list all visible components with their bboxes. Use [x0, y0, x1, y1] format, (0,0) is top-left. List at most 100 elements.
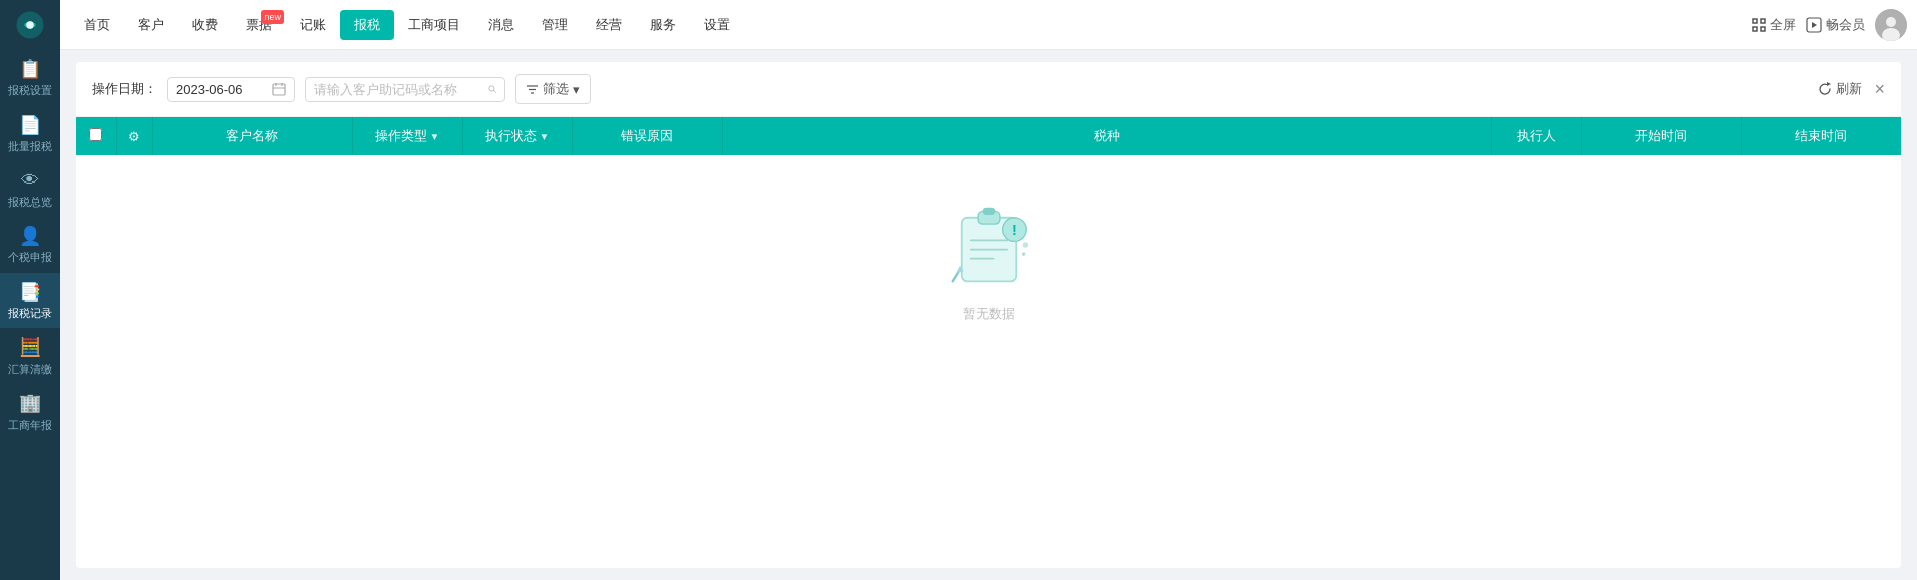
empty-state: ! 暂无数据: [76, 155, 1901, 363]
gear-icon[interactable]: ⚙: [128, 129, 140, 144]
topnav-right: 全屏 畅会员: [1752, 9, 1907, 41]
topnav-items: 首页客户收费票据new记账报税工商项目消息管理经营服务设置: [70, 10, 1752, 40]
svg-rect-23: [982, 208, 995, 215]
topnav-item-billing[interactable]: 收费: [178, 10, 232, 40]
svg-marker-20: [1827, 82, 1831, 86]
sidebar-icon-personal-tax: 👤: [19, 225, 41, 248]
topnav-item-operation[interactable]: 经营: [582, 10, 636, 40]
th-label-error: 错误原因: [621, 128, 673, 143]
sidebar-item-personal-tax[interactable]: 👤 个税申报: [0, 217, 60, 273]
sidebar-label-settlement: 汇算清缴: [8, 362, 52, 376]
badge-invoice: new: [261, 10, 284, 24]
topnav-item-tax[interactable]: 报税: [340, 10, 394, 40]
sidebar-icon-annual-report: 🏢: [19, 392, 41, 415]
search-input[interactable]: [314, 82, 482, 97]
svg-point-9: [1886, 17, 1896, 27]
th-status[interactable]: 执行状态▼: [462, 117, 572, 155]
th-checkbox: [76, 117, 116, 155]
empty-text: 暂无数据: [963, 305, 1015, 323]
topnav-item-management[interactable]: 管理: [528, 10, 582, 40]
sidebar-label-tax-records: 报税记录: [8, 306, 52, 320]
table-header-row: ⚙客户名称操作类型▼执行状态▼错误原因税种执行人开始时间结束时间: [76, 117, 1901, 155]
sidebar-item-batch-tax[interactable]: 📄批量报税: [0, 106, 60, 162]
avatar-icon: [1875, 9, 1907, 41]
th-type[interactable]: 操作类型▼: [352, 117, 462, 155]
sidebar-item-tax-records[interactable]: 📑报税记录: [0, 273, 60, 329]
content: 操作日期：: [60, 50, 1917, 580]
th-label-status: 执行状态: [485, 128, 537, 143]
sidebar-icon-tax-settings: 📋: [19, 58, 41, 81]
calendar-icon: [272, 82, 286, 96]
table-wrap: ⚙客户名称操作类型▼执行状态▼错误原因税种执行人开始时间结束时间: [76, 117, 1901, 568]
sidebar-item-tax-summary[interactable]: 👁 报税总览: [0, 161, 60, 217]
filter-button[interactable]: 筛选 ▾: [515, 74, 591, 104]
member-label: 畅会员: [1826, 16, 1865, 34]
sort-icon-type: ▼: [430, 131, 440, 142]
filter-icon: [526, 83, 539, 96]
svg-point-32: [1021, 252, 1025, 256]
topnav-item-business[interactable]: 工商项目: [394, 10, 474, 40]
topnav-item-service[interactable]: 服务: [636, 10, 690, 40]
sidebar-label-batch-tax: 批量报税: [8, 139, 52, 153]
topnav-item-home[interactable]: 首页: [70, 10, 124, 40]
th-label-name: 客户名称: [226, 128, 278, 143]
svg-text:!: !: [1012, 222, 1017, 238]
th-tax_type: 税种: [722, 117, 1491, 155]
sidebar-icon-tax-summary: 👁: [21, 169, 39, 192]
toolbar: 操作日期：: [76, 62, 1901, 117]
th-label-tax_type: 税种: [1094, 128, 1120, 143]
select-all-checkbox[interactable]: [89, 128, 102, 141]
date-label: 操作日期：: [92, 80, 157, 98]
svg-rect-11: [273, 84, 285, 95]
sidebar-item-settlement[interactable]: 🧮 汇算清缴: [0, 328, 60, 384]
svg-point-31: [1022, 242, 1027, 247]
topnav-item-invoice[interactable]: 票据new: [232, 10, 286, 40]
topnav-item-customer[interactable]: 客户: [124, 10, 178, 40]
filter-label: 筛选: [543, 80, 569, 98]
svg-marker-7: [1812, 22, 1817, 28]
main-area: 首页客户收费票据new记账报税工商项目消息管理经营服务设置 全屏 畅会员: [60, 0, 1917, 580]
sidebar-icon-settlement: 🧮: [19, 336, 41, 359]
th-label-type: 操作类型: [375, 128, 427, 143]
fullscreen-button[interactable]: 全屏: [1752, 16, 1796, 34]
topnav-item-messages[interactable]: 消息: [474, 10, 528, 40]
close-button[interactable]: ×: [1874, 80, 1885, 98]
play-icon: [1806, 17, 1822, 33]
empty-illustration: !: [939, 195, 1039, 295]
th-start_time: 开始时间: [1581, 117, 1741, 155]
th-error: 错误原因: [572, 117, 722, 155]
th-label-end_time: 结束时间: [1795, 128, 1847, 143]
sidebar-label-annual-report: 工商年报: [8, 418, 52, 432]
topnav-item-accounts[interactable]: 记账: [286, 10, 340, 40]
toolbar-right: 刷新 ×: [1818, 80, 1885, 98]
member-button[interactable]: 畅会员: [1806, 16, 1865, 34]
refresh-button[interactable]: 刷新: [1818, 80, 1862, 98]
data-table: ⚙客户名称操作类型▼执行状态▼错误原因税种执行人开始时间结束时间: [76, 117, 1901, 155]
topnav-item-settings[interactable]: 设置: [690, 10, 744, 40]
th-end_time: 结束时间: [1741, 117, 1901, 155]
sidebar-item-tax-settings[interactable]: 📋 报税设置: [0, 50, 60, 106]
svg-rect-3: [1761, 19, 1765, 23]
th-executor: 执行人: [1491, 117, 1581, 155]
sidebar-label-tax-summary: 报税总览: [8, 195, 52, 209]
topnav: 首页客户收费票据new记账报税工商项目消息管理经营服务设置 全屏 畅会员: [60, 0, 1917, 50]
sidebar-label-personal-tax: 个税申报: [8, 250, 52, 264]
sidebar-logo: [0, 0, 60, 50]
fullscreen-label: 全屏: [1770, 16, 1796, 34]
svg-point-1: [26, 21, 34, 29]
th-label-start_time: 开始时间: [1635, 128, 1687, 143]
refresh-icon: [1818, 82, 1832, 96]
logo-icon: [15, 10, 45, 40]
date-input[interactable]: [176, 82, 266, 97]
filter-chevron-icon: ▾: [573, 82, 580, 97]
svg-rect-4: [1753, 27, 1757, 31]
fullscreen-icon: [1752, 18, 1766, 32]
sidebar: 📋 报税设置 📄批量报税 👁 报税总览 👤 个税申报 📑报税记录 🧮 汇算清缴 🏢 工商年报: [0, 0, 60, 580]
sidebar-item-annual-report[interactable]: 🏢 工商年报: [0, 384, 60, 440]
sort-icon-status: ▼: [540, 131, 550, 142]
sidebar-label-tax-settings: 报税设置: [8, 83, 52, 97]
avatar[interactable]: [1875, 9, 1907, 41]
svg-line-16: [493, 90, 495, 92]
svg-rect-5: [1761, 27, 1765, 31]
content-panel: 操作日期：: [76, 62, 1901, 568]
